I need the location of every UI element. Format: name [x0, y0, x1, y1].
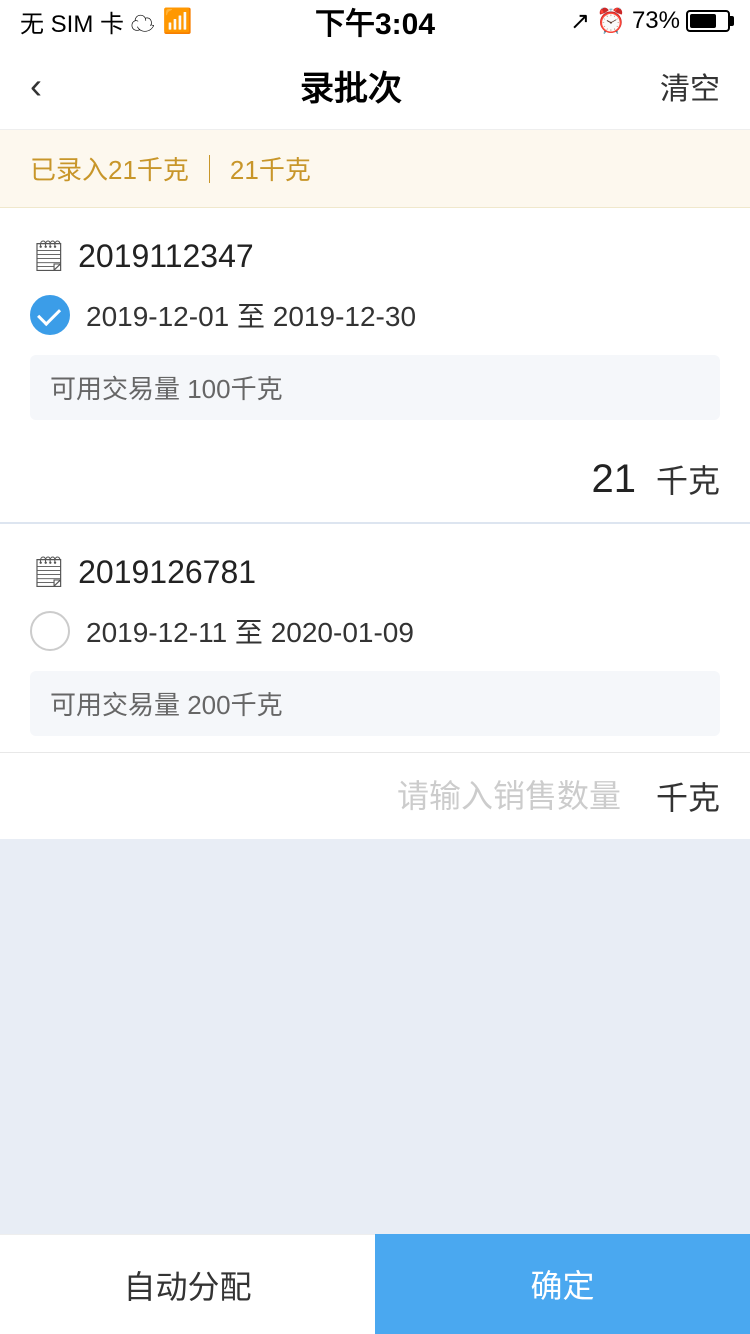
- no-sim-label: 无 SIM 卡 ☁: [20, 4, 155, 39]
- battery-percent: 73%: [632, 7, 680, 35]
- auto-distribute-button[interactable]: 自动分配: [0, 1234, 375, 1334]
- batch-1-amount-row: 21 千克: [0, 436, 750, 522]
- batch-1-amount: 21: [591, 457, 636, 502]
- batch-2-header: 🗒 2019126781: [0, 524, 750, 601]
- page-title: 录批次: [300, 61, 402, 110]
- batch-1-unit: 千克: [656, 456, 720, 502]
- batch-1-icon: 🗒: [30, 239, 68, 274]
- battery-icon: [686, 10, 730, 32]
- summary-divider: [209, 155, 210, 183]
- clear-button[interactable]: 清空: [660, 64, 720, 108]
- status-time: 下午3:04: [315, 0, 435, 43]
- location-icon: ↗: [570, 7, 590, 36]
- batch-2-id: 2019126781: [78, 554, 256, 591]
- back-button[interactable]: ‹: [30, 65, 42, 107]
- batch-2-radio[interactable]: [30, 611, 70, 651]
- batch-2-icon: 🗒: [30, 555, 68, 590]
- alarm-icon: ⏰: [596, 7, 626, 36]
- batch-2-unit: 千克: [656, 773, 720, 819]
- summary-recorded-label: 已录入21千克: [30, 150, 189, 187]
- batch-2-available-qty: 可用交易量 200千克: [30, 671, 720, 736]
- batch-2-qty-input[interactable]: [30, 778, 636, 815]
- batch-2-date-row[interactable]: 2019-12-11 至 2020-01-09: [0, 601, 750, 661]
- batch-1-id: 2019112347: [78, 238, 254, 275]
- batch-1-available-qty: 可用交易量 100千克: [30, 355, 720, 420]
- bottom-bar: 自动分配 确定: [0, 1234, 750, 1334]
- batch-2-input-row: 千克: [0, 752, 750, 839]
- status-left: 无 SIM 卡 ☁ 📶: [20, 4, 193, 39]
- batch-card-1: 🗒 2019112347 2019-12-01 至 2019-12-30 可用交…: [0, 208, 750, 522]
- batch-1-date-row[interactable]: 2019-12-01 至 2019-12-30: [0, 285, 750, 345]
- status-bar: 无 SIM 卡 ☁ 📶 下午3:04 ↗ ⏰ 73%: [0, 0, 750, 42]
- status-right: ↗ ⏰ 73%: [570, 7, 730, 36]
- summary-banner: 已录入21千克 21千克: [0, 130, 750, 208]
- summary-value: 21千克: [230, 150, 311, 187]
- batch-1-header: 🗒 2019112347: [0, 208, 750, 285]
- batch-card-2: 🗒 2019126781 2019-12-11 至 2020-01-09 可用交…: [0, 524, 750, 839]
- batch-1-radio[interactable]: [30, 295, 70, 335]
- nav-bar: ‹ 录批次 清空: [0, 42, 750, 130]
- batch-1-date: 2019-12-01 至 2019-12-30: [86, 295, 416, 335]
- wifi-icon: 📶: [163, 7, 193, 36]
- confirm-button[interactable]: 确定: [375, 1234, 750, 1334]
- batch-2-date: 2019-12-11 至 2020-01-09: [86, 611, 414, 651]
